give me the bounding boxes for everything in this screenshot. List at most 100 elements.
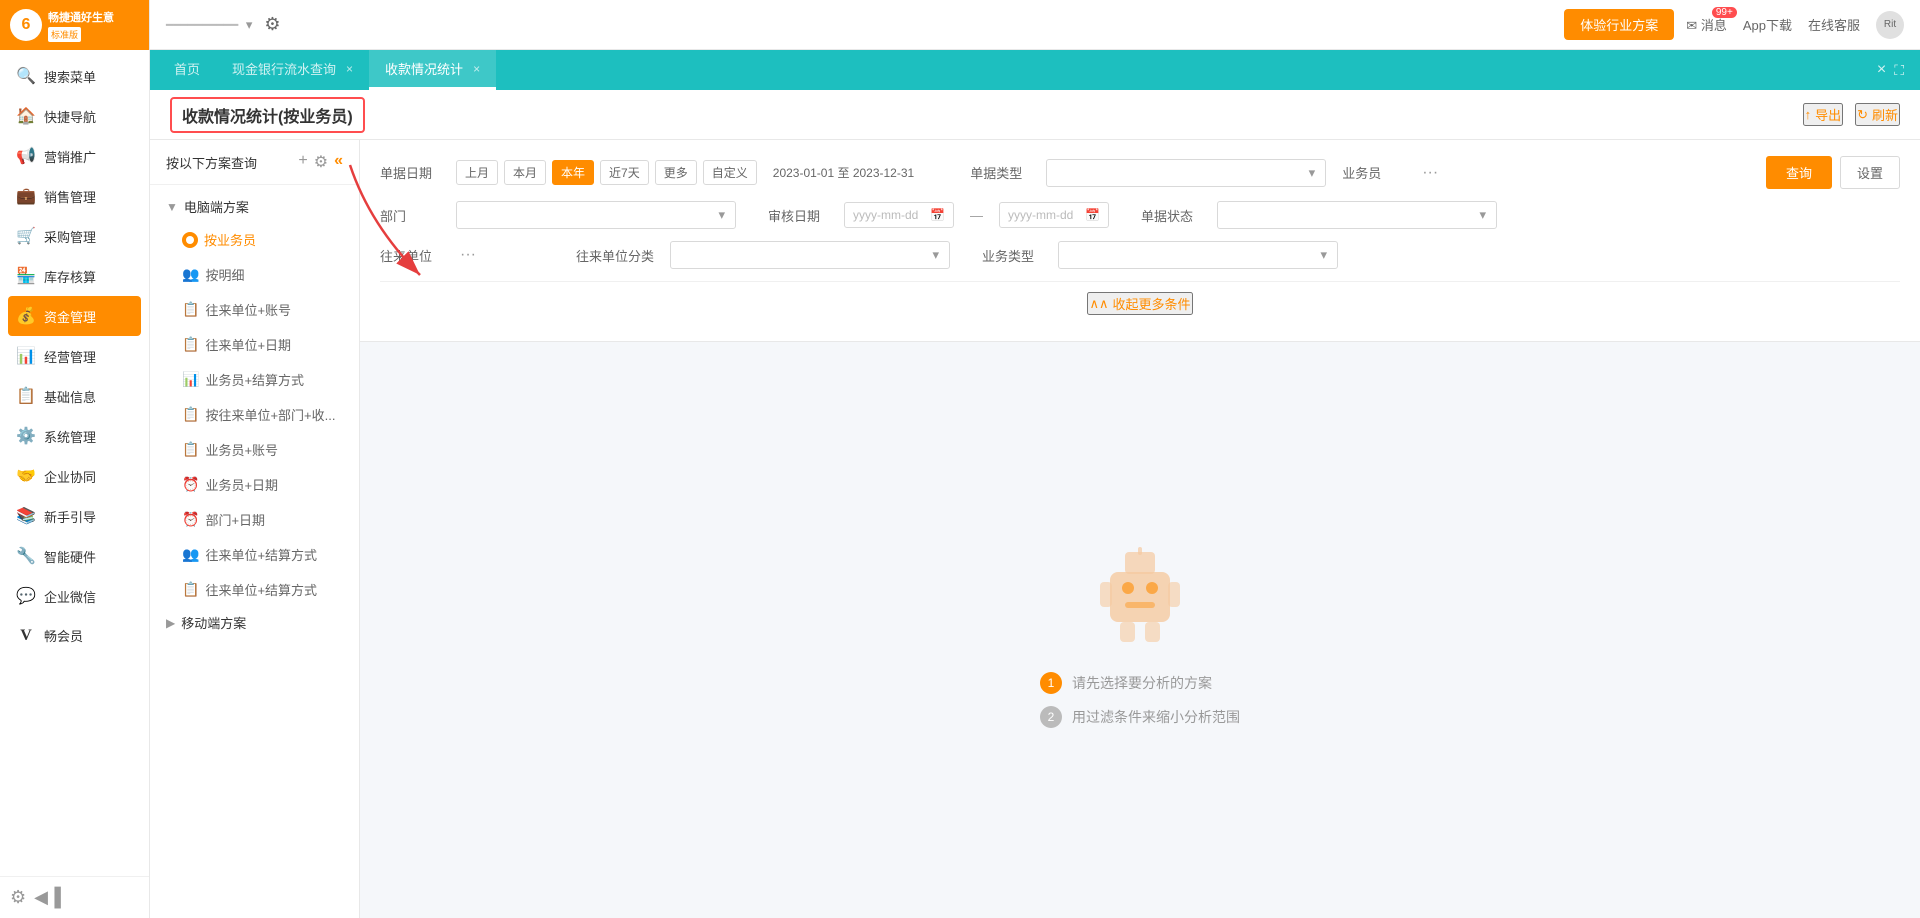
tabbar: 首页 现金银行流水查询 × 收款情况统计 × × ⛶ xyxy=(150,50,1920,90)
query-button[interactable]: 查询 xyxy=(1766,156,1832,189)
sidebar-item-vip[interactable]: V 畅会员 xyxy=(0,616,149,655)
scheme-item-salesman-calc[interactable]: 📊 业务员+结算方式 xyxy=(150,362,359,397)
breadcrumb-text: ━━━━━━━━━━ xyxy=(166,18,238,32)
unit-more-btn[interactable]: ··· xyxy=(456,246,480,264)
add-scheme-icon[interactable]: + xyxy=(298,152,307,172)
scheme-item-by-detail[interactable]: 👥 按明细 xyxy=(150,257,359,292)
search-icon: 🔍 xyxy=(16,66,36,86)
scheme-item-salesman-date[interactable]: ⏰ 业务员+日期 xyxy=(150,467,359,502)
scheme-settings-icon[interactable]: ⚙ xyxy=(314,152,328,172)
scheme-item-unit-account[interactable]: 📋 往来单位+账号 xyxy=(150,292,359,327)
calendar-icon-2: 📅 xyxy=(1085,208,1100,222)
sidebar-item-operation[interactable]: 📊 经营管理 xyxy=(0,336,149,376)
sidebar-item-purchase[interactable]: 🛒 采购管理 xyxy=(0,216,149,256)
dept-arrow: ▾ xyxy=(718,207,725,223)
sidebar-item-wechat[interactable]: 💬 企业微信 xyxy=(0,576,149,616)
topbar-settings-icon[interactable]: ⚙ xyxy=(264,14,280,35)
dept-date-icon: ⏰ xyxy=(182,511,199,528)
sidebar-label-purchase: 采购管理 xyxy=(44,227,96,246)
mobile-group-label: 移动端方案 xyxy=(181,613,246,632)
doc-status-dropdown[interactable]: ▾ xyxy=(1217,201,1497,229)
message-badge[interactable]: ✉ 消息 99+ xyxy=(1686,15,1727,34)
sidebar-item-inventory[interactable]: 🏪 库存核算 xyxy=(0,256,149,296)
tab-close-all-icon[interactable]: × xyxy=(1877,61,1886,79)
filter-settings-button[interactable]: 设置 xyxy=(1840,156,1900,189)
export-button[interactable]: ↑ 导出 xyxy=(1803,103,1844,126)
mobile-group-arrow: ▶ xyxy=(166,616,175,630)
unit-category-arrow: ▾ xyxy=(932,247,939,263)
sidebar-item-hardware[interactable]: 🔧 智能硬件 xyxy=(0,536,149,576)
sidebar-item-basic[interactable]: 📋 基础信息 xyxy=(0,376,149,416)
sidebar-item-enterprise[interactable]: 🤝 企业协同 xyxy=(0,456,149,496)
sidebar-item-finance[interactable]: 💰 资金管理 xyxy=(8,296,141,336)
empty-step-1: 1 请先选择要分析的方案 xyxy=(1040,672,1240,694)
salesman-more-btn[interactable]: ··· xyxy=(1418,164,1442,182)
desktop-group-arrow: ▼ xyxy=(166,200,178,214)
filter-row-dept: 部门 ▾ 审核日期 yyyy-mm-dd 📅 — yyyy-mm-dd 📅 xyxy=(380,201,1900,229)
message-label: 消息 xyxy=(1701,18,1727,33)
sidebar-bottom: ⚙ ◀▐ xyxy=(0,876,149,918)
trial-button[interactable]: 体验行业方案 xyxy=(1564,9,1674,40)
panel-header-actions: + ⚙ « xyxy=(298,152,343,172)
empty-steps: 1 请先选择要分析的方案 2 用过滤条件来缩小分析范围 xyxy=(1040,672,1240,728)
unit-account-icon: 📋 xyxy=(182,301,199,318)
unit-category-label: 往来单位分类 xyxy=(576,246,654,265)
sidebar-label-vip: 畅会员 xyxy=(44,626,83,645)
logo-badge: 标准版 xyxy=(48,27,81,42)
scheme-item-by-salesman[interactable]: 按业务员 xyxy=(150,222,359,257)
tab-bank-flow-close[interactable]: × xyxy=(346,62,353,76)
scheme-item-unit-calc2[interactable]: 📋 往来单位+结算方式 xyxy=(150,572,359,607)
sidebar-label-finance: 资金管理 xyxy=(44,307,96,326)
date-btn-this-year[interactable]: 本年 xyxy=(552,160,594,185)
panel-collapse-icon[interactable]: « xyxy=(334,152,343,172)
dept-dropdown[interactable]: ▾ xyxy=(456,201,736,229)
date-btn-more[interactable]: 更多 xyxy=(655,160,697,185)
empty-illustration xyxy=(1080,532,1200,652)
biz-type-dropdown[interactable]: ▾ xyxy=(1058,241,1338,269)
tab-collection-close[interactable]: × xyxy=(473,62,480,76)
sidebar-item-marketing[interactable]: 📢 营销推广 xyxy=(0,136,149,176)
date-btn-this-month[interactable]: 本月 xyxy=(504,160,546,185)
tab-collection-stats[interactable]: 收款情况统计 × xyxy=(369,50,496,90)
doc-type-label: 单据类型 xyxy=(970,163,1030,182)
audit-date-label: 审核日期 xyxy=(768,206,828,225)
doc-type-dropdown[interactable]: ▾ xyxy=(1046,159,1326,187)
online-service-link[interactable]: 在线客服 xyxy=(1808,15,1860,34)
sidebar-item-search[interactable]: 🔍 搜索菜单 xyxy=(0,56,149,96)
tab-maximize-icon[interactable]: ⛶ xyxy=(1894,62,1904,79)
sidebar-settings-button[interactable]: ⚙ xyxy=(10,887,26,908)
scheme-list: ▼ 电脑端方案 按业务员 👥 按明细 📋 xyxy=(150,185,359,918)
sidebar-label-hardware: 智能硬件 xyxy=(44,547,96,566)
sidebar-item-guide[interactable]: 📚 新手引导 xyxy=(0,496,149,536)
date-btn-last-month[interactable]: 上月 xyxy=(456,160,498,185)
quicknav-icon: 🏠 xyxy=(16,106,36,126)
scheme-item-unit-calc1[interactable]: 👥 往来单位+结算方式 xyxy=(150,537,359,572)
collapse-button[interactable]: ∧∧ 收起更多条件 xyxy=(1087,292,1192,315)
date-dash: — xyxy=(970,208,983,223)
sidebar-collapse-button[interactable]: ◀▐ xyxy=(34,887,61,908)
avatar[interactable]: Rit xyxy=(1876,11,1904,39)
scheme-item-salesman-account[interactable]: 📋 业务员+账号 xyxy=(150,432,359,467)
export-label: 导出 xyxy=(1815,105,1841,124)
mobile-group-header[interactable]: ▶ 移动端方案 xyxy=(150,607,359,638)
sidebar-item-quick-nav[interactable]: 🏠 快捷导航 xyxy=(0,96,149,136)
dropdown-arrow[interactable]: ▾ xyxy=(246,17,253,32)
desktop-group-header[interactable]: ▼ 电脑端方案 xyxy=(150,191,359,222)
scheme-item-dept-date[interactable]: ⏰ 部门+日期 xyxy=(150,502,359,537)
date-btn-custom[interactable]: 自定义 xyxy=(703,160,757,185)
audit-date-start-input[interactable]: yyyy-mm-dd 📅 xyxy=(844,202,954,228)
unit-category-dropdown[interactable]: ▾ xyxy=(670,241,950,269)
panel-title: 按以下方案查询 xyxy=(166,153,257,172)
date-btn-7days[interactable]: 近7天 xyxy=(600,160,649,185)
sales-icon: 💼 xyxy=(16,186,36,206)
audit-date-end-input[interactable]: yyyy-mm-dd 📅 xyxy=(999,202,1109,228)
sidebar-item-system[interactable]: ⚙️ 系统管理 xyxy=(0,416,149,456)
refresh-button[interactable]: ↻ 刷新 xyxy=(1855,103,1900,126)
tab-home[interactable]: 首页 xyxy=(158,50,216,90)
tab-bank-flow[interactable]: 现金银行流水查询 × xyxy=(216,50,369,90)
scheme-item-unit-dept-collect[interactable]: 📋 按往来单位+部门+收... xyxy=(150,397,359,432)
avatar-text: Rit xyxy=(1884,19,1896,30)
scheme-item-unit-date[interactable]: 📋 往来单位+日期 xyxy=(150,327,359,362)
sidebar-item-sales[interactable]: 💼 销售管理 xyxy=(0,176,149,216)
app-download-link[interactable]: App下载 xyxy=(1743,15,1792,34)
